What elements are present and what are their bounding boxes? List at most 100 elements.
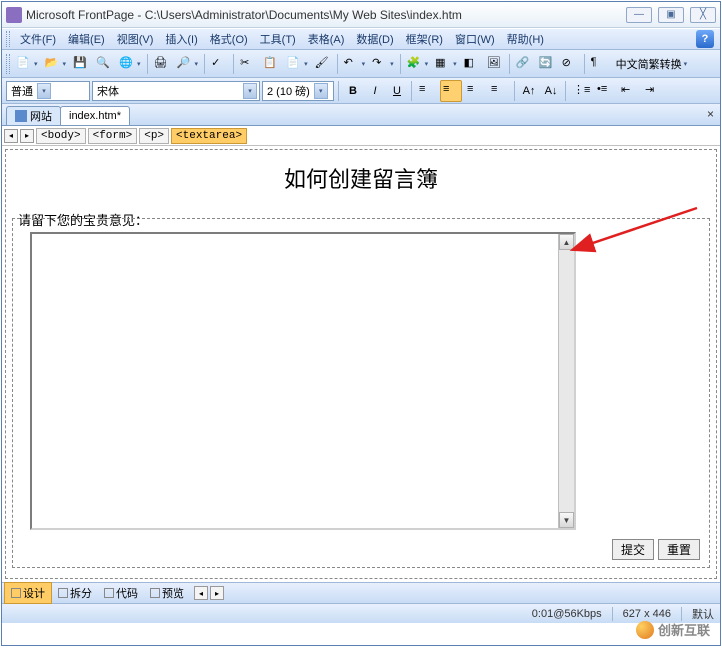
publish-button[interactable]: 🌐	[116, 53, 144, 75]
document-tabs: 网站 index.htm* ×	[2, 104, 720, 126]
hyperlink-button[interactable]: 🔗	[513, 53, 535, 75]
ol-icon: ⋮≡	[573, 83, 589, 99]
style-combo[interactable]: 普通▾	[6, 81, 90, 101]
search-button[interactable]: 🔍	[93, 53, 115, 75]
menu-format[interactable]: 格式(O)	[204, 29, 254, 49]
app-icon	[6, 7, 22, 23]
spellcheck-icon: ✓	[211, 56, 227, 72]
numbered-list-button[interactable]: ⋮≡	[570, 80, 592, 102]
preview-button[interactable]: 🔎	[174, 53, 202, 75]
maximize-button[interactable]: ▣	[658, 7, 684, 23]
new-button[interactable]: 📄	[13, 53, 41, 75]
outdent-button[interactable]: ⇤	[618, 80, 640, 102]
indent-button[interactable]: ⇥	[642, 80, 664, 102]
font-combo[interactable]: 宋体▾	[92, 81, 260, 101]
crumb-p[interactable]: <p>	[139, 128, 169, 144]
menu-data[interactable]: 数据(D)	[350, 29, 399, 49]
page-heading[interactable]: 如何创建留言簿	[6, 150, 716, 202]
submit-button[interactable]: 提交	[612, 539, 654, 560]
crumb-body[interactable]: <body>	[36, 128, 86, 144]
copy-button[interactable]: 📋	[260, 53, 282, 75]
tab-design[interactable]: 设计	[4, 582, 52, 604]
menu-frame[interactable]: 框架(R)	[400, 29, 449, 49]
paste-button[interactable]: 📄	[283, 53, 311, 75]
menu-help[interactable]: 帮助(H)	[501, 29, 550, 49]
design-icon	[11, 588, 21, 598]
tab-split[interactable]: 拆分	[52, 583, 98, 603]
pilcrow-icon: ¶	[591, 56, 607, 72]
menu-edit[interactable]: 编辑(E)	[62, 29, 111, 49]
align-right-button[interactable]: ≡	[464, 80, 486, 102]
textarea-box[interactable]: ▲ ▼	[30, 232, 576, 530]
zh-convert-button[interactable]: 中文简繁转换	[611, 53, 693, 75]
chevron-down-icon[interactable]: ▾	[243, 83, 257, 99]
redo-icon: ↷	[372, 56, 388, 72]
show-all-button[interactable]: ¶	[588, 53, 610, 75]
print-button[interactable]: 🖨	[151, 53, 173, 75]
zh-convert-label: 中文简繁转换	[616, 56, 682, 72]
menu-window[interactable]: 窗口(W)	[449, 29, 501, 49]
bullet-list-button[interactable]: •≡	[594, 80, 616, 102]
stop-button[interactable]: ⊘	[559, 53, 581, 75]
close-tab-button[interactable]: ×	[707, 107, 714, 121]
cut-icon: ✂	[240, 56, 256, 72]
table-button[interactable]: ▦	[432, 53, 460, 75]
crumb-form[interactable]: <form>	[88, 128, 138, 144]
save-button[interactable]: 💾	[70, 53, 92, 75]
crumb-prev-button[interactable]: ◂	[4, 129, 18, 143]
redo-button[interactable]: ↷	[369, 53, 397, 75]
grip-handle[interactable]	[6, 54, 10, 74]
minimize-button[interactable]: —	[626, 7, 652, 23]
align-justify-button[interactable]: ≡	[488, 80, 510, 102]
design-editor[interactable]: 如何创建留言簿 请留下您的宝贵意见： ▲ ▼ 提交 重置	[2, 146, 720, 582]
tab-code[interactable]: 代码	[98, 583, 144, 603]
globe-icon	[15, 110, 27, 122]
size-combo[interactable]: 2 (10 磅)▾	[262, 81, 334, 101]
italic-button[interactable]: I	[365, 80, 385, 102]
window-title: Microsoft FrontPage - C:\Users\Administr…	[26, 8, 626, 22]
underline-button[interactable]: U	[387, 80, 407, 102]
layer-button[interactable]: ◧	[461, 53, 483, 75]
menu-table[interactable]: 表格(A)	[302, 29, 351, 49]
status-dimensions: 627 x 446	[623, 608, 671, 620]
align-left-button[interactable]: ≡	[416, 80, 438, 102]
tab-preview[interactable]: 预览	[144, 583, 190, 603]
chevron-down-icon[interactable]: ▾	[314, 83, 328, 99]
increase-font-button[interactable]: A↑	[519, 80, 539, 102]
crumb-next-button[interactable]: ▸	[20, 129, 34, 143]
tab-index[interactable]: index.htm*	[60, 106, 130, 125]
bold-button[interactable]: B	[343, 80, 363, 102]
outdent-icon: ⇤	[621, 83, 637, 99]
help-icon[interactable]: ?	[696, 30, 714, 48]
view-prev-button[interactable]: ◂	[194, 586, 208, 600]
undo-button[interactable]: ↶	[341, 53, 369, 75]
textarea-control[interactable]: ▲ ▼	[30, 232, 594, 530]
font-grow-icon: A↑	[523, 85, 536, 97]
chevron-down-icon[interactable]: ▾	[37, 83, 51, 99]
view-next-button[interactable]: ▸	[210, 586, 224, 600]
decrease-font-button[interactable]: A↓	[541, 80, 561, 102]
cut-button[interactable]: ✂	[237, 53, 259, 75]
menu-file[interactable]: 文件(F)	[14, 29, 62, 49]
tab-website[interactable]: 网站	[6, 106, 61, 125]
scroll-up-button[interactable]: ▲	[559, 234, 574, 250]
font-shrink-icon: A↓	[545, 85, 558, 97]
menu-tools[interactable]: 工具(T)	[254, 29, 302, 49]
picture-button[interactable]: 🖼	[484, 53, 506, 75]
refresh-button[interactable]: 🔄	[536, 53, 558, 75]
crumb-textarea[interactable]: <textarea>	[171, 128, 247, 144]
picture-icon: 🖼	[487, 56, 503, 72]
scroll-down-button[interactable]: ▼	[559, 512, 574, 528]
reset-button[interactable]: 重置	[658, 539, 700, 560]
close-button[interactable]: ╳	[690, 7, 716, 23]
align-center-button[interactable]: ≡	[440, 80, 462, 102]
format-painter-button[interactable]: 🖌	[312, 53, 334, 75]
spellcheck-button[interactable]: ✓	[208, 53, 230, 75]
grip-handle[interactable]	[6, 31, 10, 47]
component-button[interactable]: 🧩	[404, 53, 432, 75]
menu-view[interactable]: 视图(V)	[111, 29, 160, 49]
table-icon: ▦	[435, 56, 451, 72]
open-button[interactable]: 📂	[42, 53, 70, 75]
menu-insert[interactable]: 插入(I)	[159, 29, 203, 49]
textarea-scrollbar[interactable]: ▲ ▼	[558, 234, 574, 528]
